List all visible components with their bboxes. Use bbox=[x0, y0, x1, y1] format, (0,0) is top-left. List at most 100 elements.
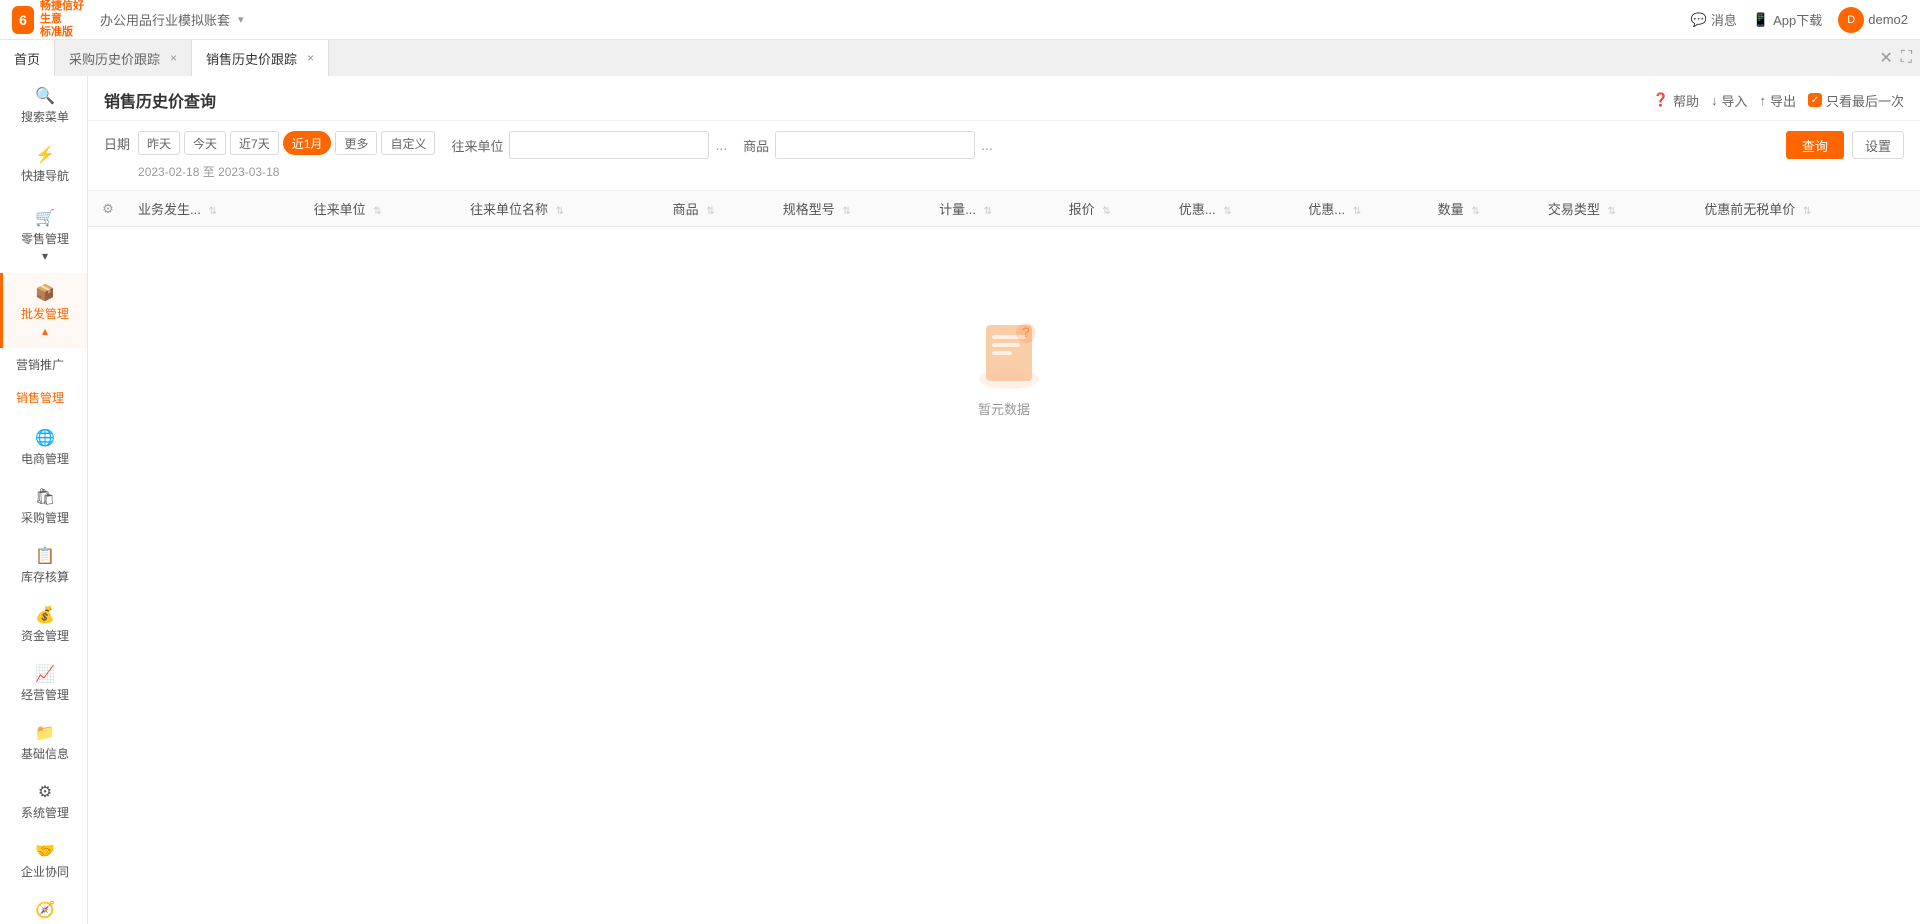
sidebar-item-retail-mgmt[interactable]: 🛒 零售管理 ▾ bbox=[0, 198, 87, 273]
message-btn[interactable]: 💬 消息 bbox=[1691, 10, 1737, 29]
sidebar-item-purchase[interactable]: 🛍 采购管理 bbox=[0, 477, 87, 536]
export-icon: ↑ bbox=[1759, 93, 1766, 108]
operation-icon: 📈 bbox=[35, 664, 55, 684]
only-last-checkbox[interactable]: ✓ 只看最后一次 bbox=[1808, 91, 1904, 110]
sidebar-item-finance-label: 资金管理 bbox=[21, 627, 69, 644]
goods-ellipsis-btn[interactable]: ... bbox=[981, 137, 993, 153]
tab-maximize-btn[interactable]: ⛶ bbox=[1901, 49, 1912, 67]
import-btn[interactable]: ↓ 导入 bbox=[1711, 91, 1748, 110]
export-btn[interactable]: ↑ 导出 bbox=[1759, 91, 1796, 110]
sidebar-item-newcomer[interactable]: 🧭 新手引导 bbox=[0, 890, 87, 924]
sidebar-item-search-menu[interactable]: 🔍 搜索菜单 bbox=[0, 76, 87, 135]
checkbox-checked-icon: ✓ bbox=[1808, 93, 1822, 107]
sort-arrows-discount2[interactable]: ⇅ bbox=[1353, 206, 1361, 217]
date-btn-more[interactable]: 更多 bbox=[335, 131, 377, 155]
sidebar-item-operation[interactable]: 📈 经营管理 bbox=[0, 654, 87, 713]
tab-sales-close-btn[interactable]: × bbox=[307, 51, 314, 65]
th-trade-type: 交易类型 ⇅ bbox=[1538, 191, 1694, 227]
sort-arrows-goods[interactable]: ⇅ bbox=[706, 206, 714, 217]
goods-label: 商品 bbox=[743, 136, 769, 155]
sidebar-item-inventory[interactable]: 📋 库存核算 bbox=[0, 536, 87, 595]
query-btn[interactable]: 查询 bbox=[1786, 131, 1844, 159]
sort-arrows-spec[interactable]: ⇅ bbox=[842, 206, 850, 217]
sort-arrows-trade-type[interactable]: ⇅ bbox=[1608, 206, 1616, 217]
goods-input[interactable] bbox=[775, 131, 975, 159]
sort-arrows-unit[interactable]: ⇅ bbox=[984, 206, 992, 217]
th-biz-date: 业务发生... ⇅ bbox=[128, 191, 304, 227]
sort-arrows-pre-tax-price[interactable]: ⇅ bbox=[1803, 206, 1811, 217]
goods-filter-field: 商品 ... bbox=[743, 131, 993, 159]
sort-arrows-quantity[interactable]: ⇅ bbox=[1471, 206, 1479, 217]
setting-btn[interactable]: 设置 bbox=[1852, 131, 1904, 159]
ecommerce-icon: 🌐 bbox=[35, 428, 55, 448]
sidebar-item-wholesale-mgmt[interactable]: 📦 批发管理 ▴ bbox=[0, 273, 87, 348]
import-icon: ↓ bbox=[1711, 93, 1718, 108]
th-quoted-price: 报价 ⇅ bbox=[1059, 191, 1169, 227]
column-settings-icon[interactable]: ⚙ bbox=[102, 201, 114, 216]
date-btn-custom[interactable]: 自定义 bbox=[381, 131, 435, 155]
sidebar-item-quick-nav[interactable]: ⚡ 快捷导航 bbox=[0, 135, 87, 194]
system-icon: ⚙ bbox=[38, 782, 52, 802]
sidebar-item-operation-label: 经营管理 bbox=[21, 686, 69, 703]
th-quantity: 数量 ⇅ bbox=[1428, 191, 1538, 227]
sidebar-item-ecommerce[interactable]: 🌐 电商管理 bbox=[0, 418, 87, 477]
tab-home-label: 首页 bbox=[14, 49, 40, 68]
sidebar-item-purchase-label: 采购管理 bbox=[21, 509, 69, 526]
th-unit: 计量... ⇅ bbox=[929, 191, 1058, 227]
sort-arrows-discount1[interactable]: ⇅ bbox=[1223, 206, 1231, 217]
th-spec: 规格型号 ⇅ bbox=[773, 191, 929, 227]
sidebar-item-basic-info[interactable]: 📁 基础信息 bbox=[0, 713, 87, 772]
tab-close-all-btn[interactable]: ✕ bbox=[1879, 48, 1892, 68]
tab-sales-history[interactable]: 销售历史价跟踪 × bbox=[192, 40, 329, 76]
top-bar: 6 畅捷信好生意 标准版 办公用品行业模拟账套 ▾ 💬 消息 📱 App下载 D… bbox=[0, 0, 1920, 40]
wholesale-icon: 📦 bbox=[35, 283, 55, 303]
date-btn-today[interactable]: 今天 bbox=[184, 131, 226, 155]
basic-info-icon: 📁 bbox=[35, 723, 55, 743]
app-dropdown-arrow[interactable]: ▾ bbox=[238, 13, 244, 26]
date-btn-7days[interactable]: 近7天 bbox=[230, 131, 279, 155]
sort-arrows-quoted-price[interactable]: ⇅ bbox=[1102, 206, 1110, 217]
sidebar-item-sales-mgmt[interactable]: 销售管理 bbox=[0, 381, 87, 414]
quick-nav-icon: ⚡ bbox=[35, 145, 55, 165]
main-layout: 🔍 搜索菜单 ⚡ 快捷导航 🛒 零售管理 ▾ 📦 批发管理 ▴ 营销推广 销售管… bbox=[0, 76, 1920, 924]
tab-purchase-close-btn[interactable]: × bbox=[170, 51, 177, 65]
collab-icon: 🤝 bbox=[35, 841, 55, 861]
partner-input[interactable] bbox=[509, 131, 709, 159]
partner-ellipsis-btn[interactable]: ... bbox=[715, 137, 727, 153]
date-btn-1month[interactable]: 近1月 bbox=[283, 131, 332, 155]
table-area: ⚙ 业务发生... ⇅ 往来单位 ⇅ 往来单位名称 ⇅ bbox=[88, 191, 1920, 924]
th-partner-code: 往来单位 ⇅ bbox=[304, 191, 460, 227]
data-table: ⚙ 业务发生... ⇅ 往来单位 ⇅ 往来单位名称 ⇅ bbox=[88, 191, 1920, 227]
help-btn[interactable]: ❓ 帮助 bbox=[1653, 91, 1699, 110]
sidebar-item-inventory-label: 库存核算 bbox=[21, 568, 69, 585]
tab-purchase-history-label: 采购历史价跟踪 bbox=[69, 49, 160, 68]
retail-expand-icon: ▾ bbox=[42, 249, 48, 263]
page-title: 销售历史价查询 bbox=[104, 88, 216, 112]
sidebar-item-marketing[interactable]: 营销推广 bbox=[0, 348, 87, 381]
tab-purchase-history[interactable]: 采购历史价跟踪 × bbox=[55, 40, 192, 76]
th-discount2: 优惠... ⇅ bbox=[1298, 191, 1427, 227]
help-icon: ❓ bbox=[1653, 92, 1669, 108]
sidebar-item-enterprise-collab[interactable]: 🤝 企业协同 bbox=[0, 831, 87, 890]
app-download-btn[interactable]: 📱 App下载 bbox=[1753, 10, 1822, 29]
sort-arrows-partner-code[interactable]: ⇅ bbox=[373, 206, 381, 217]
svg-text:?: ? bbox=[1022, 324, 1030, 340]
sidebar-item-finance[interactable]: 💰 资金管理 bbox=[0, 595, 87, 654]
date-btn-yesterday[interactable]: 昨天 bbox=[138, 131, 180, 155]
logo-icon: 6 bbox=[12, 6, 34, 34]
user-avatar-btn[interactable]: D demo2 bbox=[1838, 7, 1908, 33]
sidebar: 🔍 搜索菜单 ⚡ 快捷导航 🛒 零售管理 ▾ 📦 批发管理 ▴ 营销推广 销售管… bbox=[0, 76, 88, 924]
page-header: 销售历史价查询 ❓ 帮助 ↓ 导入 ↑ 导出 ✓ 只看最后一次 bbox=[88, 76, 1920, 121]
th-goods: 商品 ⇅ bbox=[663, 191, 773, 227]
sort-arrows-partner-name[interactable]: ⇅ bbox=[556, 206, 564, 217]
th-gear: ⚙ bbox=[88, 191, 128, 227]
search-icon: 🔍 bbox=[35, 86, 55, 106]
message-icon: 💬 bbox=[1691, 12, 1707, 28]
sidebar-item-marketing-label: 营销推广 bbox=[16, 358, 64, 372]
filter-action-buttons: 查询 设置 bbox=[1786, 131, 1904, 159]
sidebar-item-system[interactable]: ⚙ 系统管理 bbox=[0, 772, 87, 831]
sort-arrows-biz-date[interactable]: ⇅ bbox=[208, 206, 216, 217]
empty-text: 暂元数据 bbox=[978, 399, 1030, 418]
partner-filter-field: 往来单位 ... bbox=[451, 131, 727, 159]
tab-home[interactable]: 首页 bbox=[0, 40, 55, 76]
